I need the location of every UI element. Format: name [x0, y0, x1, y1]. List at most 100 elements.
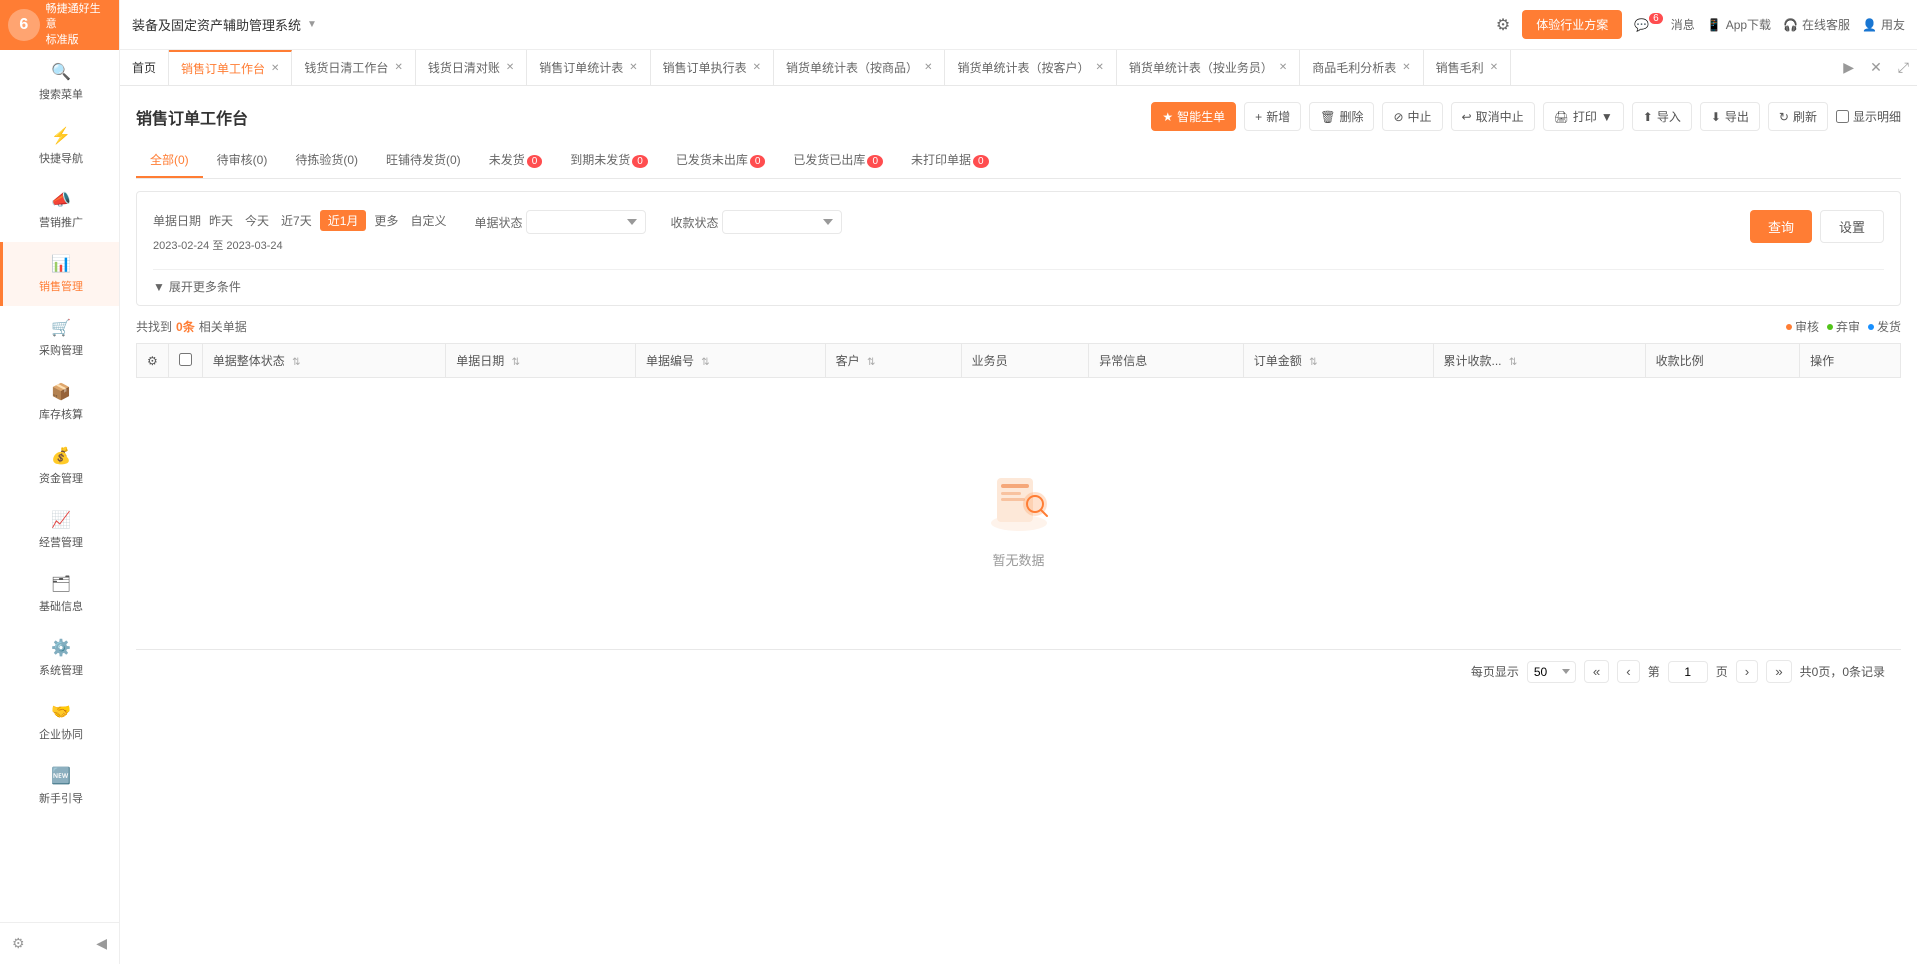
sidebar-item-operations[interactable]: 📈 经营管理 — [0, 498, 119, 562]
tab-home[interactable]: 首页 — [120, 50, 169, 86]
expand-conditions-btn[interactable]: ▼ 展开更多条件 — [153, 278, 1884, 295]
collapse-btn[interactable]: ◀ — [96, 935, 107, 952]
delete-btn[interactable]: 🗑 删除 — [1309, 102, 1374, 131]
tab-close-sales-stats[interactable]: ✕ — [629, 62, 637, 73]
tab-close-sales-workbench[interactable]: ✕ — [271, 63, 279, 74]
sidebar-item-sales[interactable]: 📊 销售管理 — [0, 242, 119, 306]
date-btn-today[interactable]: 今天 — [241, 210, 273, 231]
date-btn-more[interactable]: 更多 — [370, 210, 402, 231]
tab-close-gross-profit[interactable]: ✕ — [1402, 62, 1410, 73]
first-page-btn[interactable]: « — [1584, 660, 1609, 683]
tab-sales-summary-staff[interactable]: 销货单统计表（按业务员） ✕ — [1117, 50, 1300, 86]
filter-tab-shipped-in[interactable]: 已发货已出库0 — [779, 143, 897, 178]
show-details-input[interactable] — [1836, 110, 1849, 123]
tab-sales-summary-product[interactable]: 销货单统计表（按商品） ✕ — [774, 50, 945, 86]
total-records: 共0页，0条记录 — [1800, 663, 1885, 680]
tab-sales-exec[interactable]: 销售订单执行表 ✕ — [651, 50, 774, 86]
query-btn[interactable]: 查询 — [1750, 210, 1812, 243]
sidebar-item-finance[interactable]: 💰 资金管理 — [0, 434, 119, 498]
print-dropdown-icon[interactable]: ▼ — [1601, 110, 1613, 124]
date-btn-yesterday[interactable]: 昨天 — [205, 210, 237, 231]
filter-tab-wangpu[interactable]: 旺铺待发货(0) — [372, 143, 475, 178]
filter-tab-not-printed[interactable]: 未打印单据0 — [897, 143, 1003, 178]
message-btn[interactable]: 💬 6 消息 — [1634, 16, 1695, 33]
cancel-stop-btn[interactable]: ↩ 取消中止 — [1451, 102, 1535, 131]
sidebar-item-inventory[interactable]: 📦 库存核算 — [0, 370, 119, 434]
sidebar-item-guide[interactable]: 🆕 新手引导 — [0, 754, 119, 818]
page-size-select[interactable]: 50 10 20 100 — [1527, 661, 1576, 683]
tab-cash-daily[interactable]: 钱货日清工作台 ✕ — [292, 50, 415, 86]
cancel-review-btn[interactable]: 弃审 — [1827, 318, 1860, 335]
industry-btn[interactable]: 体验行业方案 — [1522, 10, 1622, 39]
app-download-btn[interactable]: 📱 App下载 — [1707, 16, 1771, 33]
add-btn[interactable]: + 新增 — [1244, 102, 1301, 131]
not-printed-badge: 0 — [973, 155, 989, 168]
sort-customer-icon[interactable]: ⇅ — [867, 357, 875, 368]
settings-icon[interactable]: ⚙ — [1496, 15, 1510, 35]
tab-sales-summary-customer[interactable]: 销货单统计表（按客户） ✕ — [945, 50, 1116, 86]
sort-number-icon[interactable]: ⇅ — [701, 357, 709, 368]
tab-close-cash-account[interactable]: ✕ — [506, 62, 514, 73]
import-btn[interactable]: ⬆ 导入 — [1632, 102, 1692, 131]
stop-btn[interactable]: ⊘ 中止 — [1382, 102, 1442, 131]
tab-sales-stats[interactable]: 销售订单统计表 ✕ — [527, 50, 650, 86]
date-btn-7days[interactable]: 近7天 — [277, 210, 316, 231]
tab-close-sales-exec[interactable]: ✕ — [753, 62, 761, 73]
col-actions: 操作 — [1800, 344, 1901, 378]
sidebar-item-enterprise[interactable]: 🤝 企业协同 — [0, 690, 119, 754]
payment-select[interactable] — [722, 210, 842, 234]
page-input[interactable] — [1668, 661, 1708, 683]
filter-settings-btn[interactable]: 设置 — [1820, 210, 1884, 243]
smart-gen-btn[interactable]: ★ 智能生单 — [1151, 102, 1236, 131]
filter-tab-pending-review[interactable]: 待审核(0) — [203, 143, 282, 178]
tab-close-cash-daily[interactable]: ✕ — [394, 62, 402, 73]
settings-footer-btn[interactable]: ⚙ — [12, 935, 25, 952]
status-select[interactable] — [526, 210, 646, 234]
filter-tab-expired[interactable]: 到期未发货0 — [556, 143, 662, 178]
user-btn[interactable]: 👤 用友 — [1862, 16, 1905, 33]
filter-tab-pending-inspect[interactable]: 待拣验货(0) — [281, 143, 372, 178]
dropdown-arrow-icon[interactable]: ▼ — [307, 19, 317, 30]
tab-sales-workbench[interactable]: 销售订单工作台 ✕ — [169, 50, 292, 86]
filter-tab-shipped-not-in[interactable]: 已发货未出库0 — [662, 143, 780, 178]
show-details-checkbox[interactable]: 显示明细 — [1836, 108, 1901, 125]
sort-status-icon[interactable]: ⇅ — [292, 357, 300, 368]
tab-close-summary-product[interactable]: ✕ — [924, 62, 932, 73]
sort-collected-icon[interactable]: ⇅ — [1509, 357, 1517, 368]
col-checkbox — [168, 344, 202, 378]
sidebar-item-purchase[interactable]: 🛒 采购管理 — [0, 306, 119, 370]
next-page-btn[interactable]: › — [1736, 660, 1758, 683]
tab-sales-profit[interactable]: 销售毛利 ✕ — [1424, 50, 1511, 86]
service-btn[interactable]: 🎧 在线客服 — [1783, 16, 1850, 33]
tab-scroll-right-btn[interactable]: ▶ — [1835, 59, 1862, 76]
sidebar-item-marketing[interactable]: 📣 营销推广 — [0, 178, 119, 242]
review-action-btn[interactable]: 审核 — [1786, 318, 1819, 335]
sort-date-icon[interactable]: ⇅ — [512, 357, 520, 368]
tab-close-summary-customer[interactable]: ✕ — [1095, 62, 1103, 73]
sort-amount-icon[interactable]: ⇅ — [1309, 357, 1317, 368]
print-btn[interactable]: 🖨 打印 ▼ — [1543, 102, 1624, 131]
tab-close-all-btn[interactable]: ✕ — [1862, 59, 1890, 76]
col-collected: 累计收款... ⇅ — [1433, 344, 1645, 378]
tab-close-summary-staff[interactable]: ✕ — [1279, 62, 1287, 73]
date-btn-1month[interactable]: 近1月 — [320, 210, 367, 231]
sidebar-item-system[interactable]: ⚙️ 系统管理 — [0, 626, 119, 690]
prev-page-btn[interactable]: ‹ — [1617, 660, 1639, 683]
tab-cash-account[interactable]: 钱货日清对账 ✕ — [416, 50, 527, 86]
refresh-btn[interactable]: ↻ 刷新 — [1768, 102, 1828, 131]
column-settings-icon[interactable]: ⚙ — [147, 354, 158, 368]
filter-tab-all[interactable]: 全部(0) — [136, 143, 203, 178]
ship-action-btn[interactable]: 发货 — [1868, 318, 1901, 335]
tab-maximize-btn[interactable]: ⤢ — [1890, 59, 1917, 76]
sidebar-item-quick[interactable]: ⚡ 快捷导航 — [0, 114, 119, 178]
filter-tab-not-shipped[interactable]: 未发货0 — [475, 143, 557, 178]
tab-close-sales-profit[interactable]: ✕ — [1490, 62, 1498, 73]
sidebar-item-basic[interactable]: 🗂 基础信息 — [0, 562, 119, 626]
export-btn[interactable]: ⬇ 导出 — [1700, 102, 1760, 131]
date-btn-custom[interactable]: 自定义 — [406, 210, 450, 231]
sidebar-item-search[interactable]: 🔍 搜索菜单 — [0, 50, 119, 114]
tab-gross-profit[interactable]: 商品毛利分析表 ✕ — [1300, 50, 1423, 86]
last-page-btn[interactable]: » — [1766, 660, 1791, 683]
expired-badge: 0 — [632, 155, 648, 168]
select-all-checkbox[interactable] — [179, 353, 192, 366]
